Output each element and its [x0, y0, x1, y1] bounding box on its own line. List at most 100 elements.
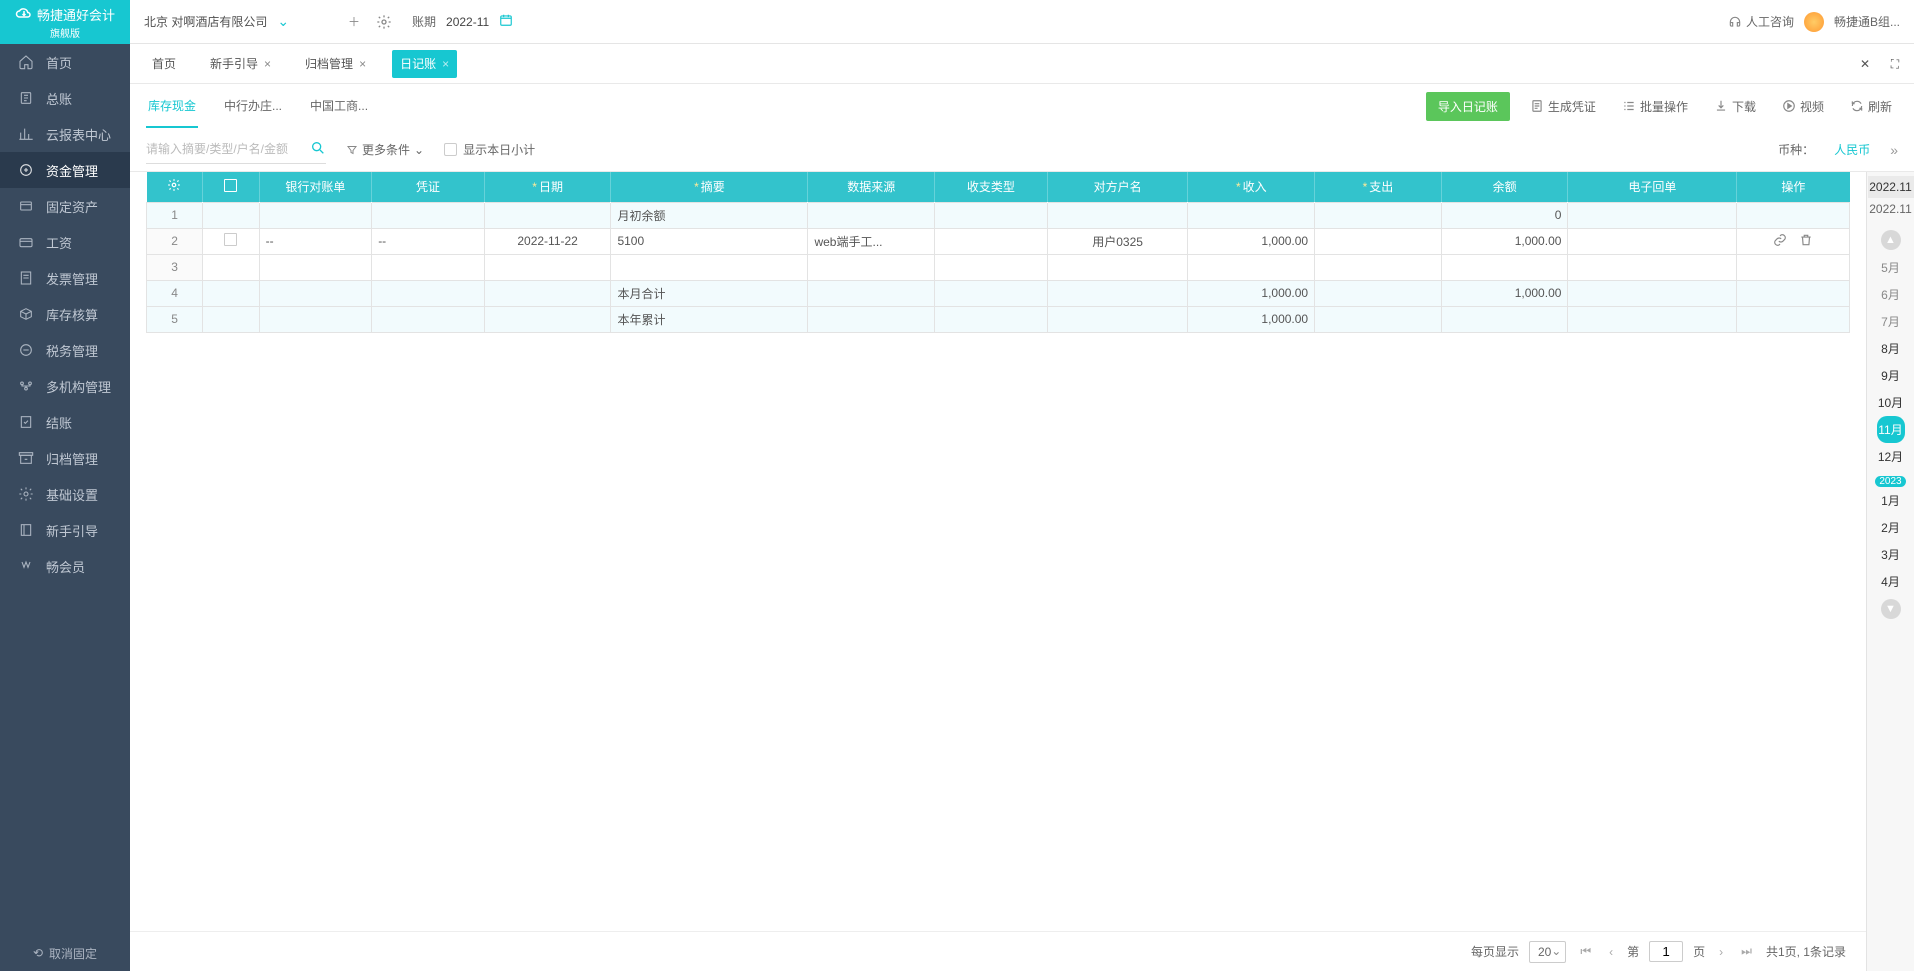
- month-item[interactable]: 9月: [1875, 362, 1905, 389]
- sub-tab-0[interactable]: 库存现金: [146, 84, 198, 128]
- sidebar-item-4[interactable]: 固定资产: [0, 188, 130, 224]
- tab-label: 首页: [152, 55, 176, 72]
- gen-voucher-label: 生成凭证: [1548, 98, 1596, 115]
- settings-button[interactable]: [374, 12, 394, 32]
- month-item[interactable]: 2月: [1875, 514, 1905, 541]
- col-counterparty[interactable]: 对方户名: [1047, 172, 1188, 202]
- close-icon[interactable]: ×: [264, 57, 271, 71]
- currency-selector[interactable]: 人民币: [1834, 141, 1870, 158]
- prev-page-button[interactable]: ‹: [1605, 945, 1617, 959]
- sidebar-item-3[interactable]: 资金管理: [0, 152, 130, 188]
- search-input[interactable]: [146, 142, 302, 156]
- row-checkbox[interactable]: [224, 233, 237, 246]
- batch-label: 批量操作: [1640, 98, 1688, 115]
- avatar[interactable]: [1804, 12, 1824, 32]
- table-row[interactable]: 4本月合计1,000.001,000.00: [147, 280, 1850, 306]
- month-item[interactable]: 5月: [1875, 254, 1905, 281]
- sidebar-item-14[interactable]: 畅会员: [0, 548, 130, 584]
- month-item[interactable]: 1月: [1875, 487, 1905, 514]
- search-icon[interactable]: [310, 140, 326, 159]
- sub-tab-1[interactable]: 中行办庄...: [222, 84, 284, 128]
- col-date[interactable]: 日期: [484, 172, 611, 202]
- table-settings-header[interactable]: [147, 172, 203, 202]
- sidebar-item-7[interactable]: 库存核算: [0, 296, 130, 332]
- first-page-button[interactable]: ⏮: [1576, 944, 1595, 959]
- table-row[interactable]: 3: [147, 254, 1850, 280]
- page-input[interactable]: [1649, 941, 1683, 962]
- col-bank[interactable]: 银行对账单: [259, 172, 372, 202]
- month-item[interactable]: 12月: [1875, 443, 1905, 470]
- month-item[interactable]: 11月: [1877, 416, 1905, 443]
- sidebar-item-11[interactable]: 归档管理: [0, 440, 130, 476]
- sidebar-item-12[interactable]: 基础设置: [0, 476, 130, 512]
- sub-tab-2[interactable]: 中国工商...: [308, 84, 370, 128]
- col-summary[interactable]: 摘要: [611, 172, 808, 202]
- col-io-type[interactable]: 收支类型: [935, 172, 1048, 202]
- sidebar-item-13[interactable]: 新手引导: [0, 512, 130, 548]
- select-all-header[interactable]: [203, 172, 259, 202]
- refresh-button[interactable]: 刷新: [1844, 94, 1898, 119]
- col-balance[interactable]: 余额: [1441, 172, 1568, 202]
- page-tab-1[interactable]: 新手引导×: [202, 50, 279, 78]
- col-voucher[interactable]: 凭证: [372, 172, 485, 202]
- more-filters-button[interactable]: 更多条件 ⌄: [346, 141, 424, 158]
- sidebar-item-1[interactable]: 总账: [0, 80, 130, 116]
- expand-icon[interactable]: »: [1890, 142, 1898, 158]
- close-all-tabs[interactable]: ✕: [1854, 57, 1876, 71]
- page-tab-2[interactable]: 归档管理×: [297, 50, 374, 78]
- unpin-button[interactable]: ⟲ 取消固定: [0, 935, 130, 971]
- table-row[interactable]: 2 -- -- 2022-11-22 5100 web端手工... 用户0325…: [147, 228, 1850, 254]
- sidebar-item-2[interactable]: 云报表中心: [0, 116, 130, 152]
- month-item[interactable]: 3月: [1875, 541, 1905, 568]
- batch-button[interactable]: 批量操作: [1616, 94, 1694, 119]
- last-page-button[interactable]: ⏭: [1737, 944, 1756, 959]
- sidebar-item-9[interactable]: 多机构管理: [0, 368, 130, 404]
- year-pill-0[interactable]: 2022.11: [1868, 176, 1914, 198]
- video-button[interactable]: 视频: [1776, 94, 1830, 119]
- sidebar-item-10[interactable]: 结账: [0, 404, 130, 440]
- month-item[interactable]: 6月: [1875, 281, 1905, 308]
- page-tab-3[interactable]: 日记账×: [392, 50, 457, 78]
- table-row[interactable]: 5本年累计1,000.00: [147, 306, 1850, 332]
- search-box: [146, 136, 326, 164]
- next-page-button[interactable]: ›: [1715, 945, 1727, 959]
- company-selector[interactable]: 北京 对啊酒店有限公司 ⌄: [144, 13, 334, 30]
- col-income[interactable]: 收入: [1188, 172, 1315, 202]
- add-button[interactable]: ＋: [344, 12, 364, 32]
- help-link[interactable]: 人工咨询: [1728, 13, 1794, 30]
- col-source[interactable]: 数据来源: [808, 172, 935, 202]
- calendar-icon[interactable]: [499, 13, 513, 30]
- month-item[interactable]: 4月: [1875, 568, 1905, 595]
- fullscreen-button[interactable]: ⛶: [1884, 57, 1906, 72]
- col-receipt[interactable]: 电子回单: [1568, 172, 1737, 202]
- sidebar-item-5[interactable]: 工资: [0, 224, 130, 260]
- month-down-button[interactable]: ▼: [1881, 599, 1901, 619]
- month-item[interactable]: 10月: [1875, 389, 1905, 416]
- per-page-label: 每页显示: [1471, 943, 1519, 960]
- col-action[interactable]: 操作: [1737, 172, 1850, 202]
- close-icon[interactable]: ×: [442, 57, 449, 71]
- cloud-icon: [15, 5, 33, 23]
- username[interactable]: 畅捷通B组...: [1834, 13, 1900, 30]
- month-item[interactable]: 8月: [1875, 335, 1905, 362]
- year-pill-1[interactable]: 2022.11: [1868, 198, 1914, 220]
- per-page-select[interactable]: 20: [1529, 941, 1566, 963]
- table-row[interactable]: 1月初余额0: [147, 202, 1850, 228]
- close-icon[interactable]: ×: [359, 57, 366, 71]
- col-expense[interactable]: 支出: [1315, 172, 1442, 202]
- month-item[interactable]: 7月: [1875, 308, 1905, 335]
- month-up-button[interactable]: ▲: [1881, 230, 1901, 250]
- page-tab-0[interactable]: 首页: [144, 50, 184, 78]
- fixed-icon: [18, 198, 34, 214]
- import-button[interactable]: 导入日记账: [1426, 92, 1510, 121]
- delete-icon[interactable]: [1799, 236, 1813, 250]
- sidebar-item-8[interactable]: 税务管理: [0, 332, 130, 368]
- sidebar-item-6[interactable]: 发票管理: [0, 260, 130, 296]
- chevron-down-icon: ⌄: [277, 13, 289, 30]
- link-icon[interactable]: [1773, 236, 1787, 250]
- show-subtotal-checkbox[interactable]: 显示本日小计: [444, 141, 535, 158]
- download-button[interactable]: 下载: [1708, 94, 1762, 119]
- generate-voucher-button[interactable]: 生成凭证: [1524, 94, 1602, 119]
- brand-edition: 旗舰版: [50, 25, 80, 40]
- sidebar-item-0[interactable]: 首页: [0, 44, 130, 80]
